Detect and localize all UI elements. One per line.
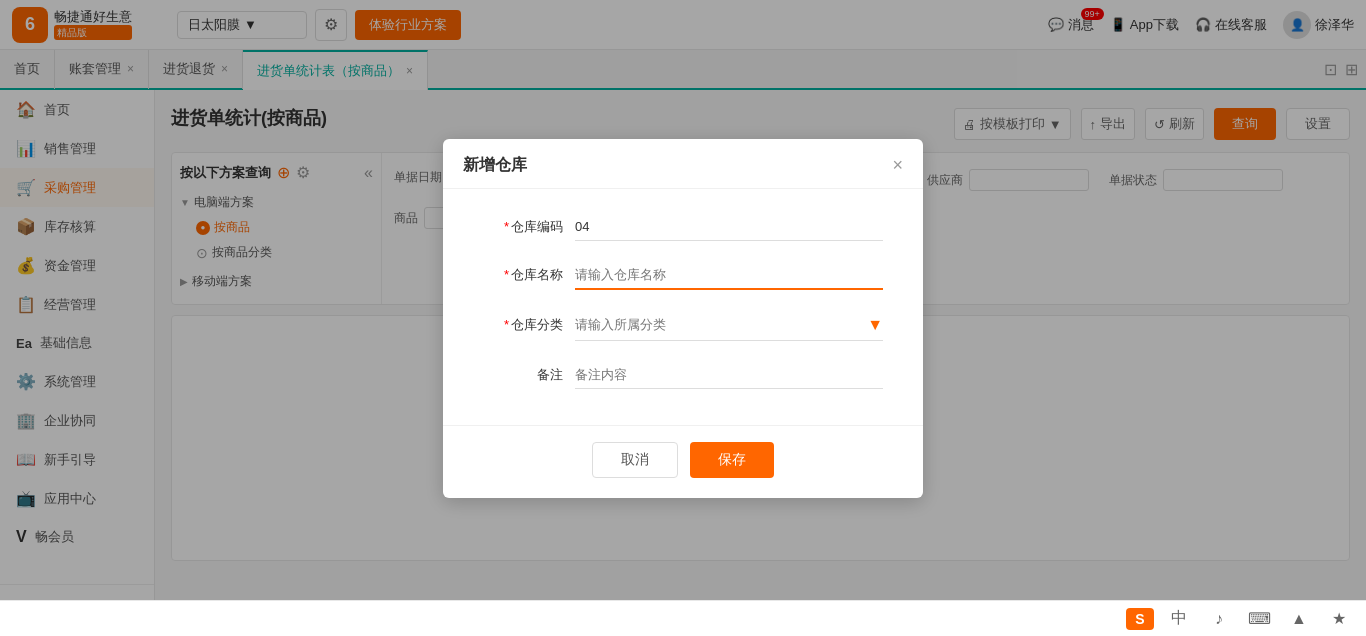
star-icon[interactable]: ★	[1324, 604, 1354, 634]
modal-body: 仓库编码 仓库名称 仓库分类 ▼ 备注	[443, 189, 923, 425]
warehouse-name-input[interactable]	[575, 261, 883, 290]
warehouse-category-select[interactable]: ▼	[575, 310, 883, 341]
note-input[interactable]	[575, 361, 883, 389]
close-icon[interactable]: ×	[892, 155, 903, 176]
chinese-input-icon[interactable]: 中	[1164, 604, 1194, 634]
warehouse-code-label: 仓库编码	[483, 218, 563, 236]
add-warehouse-modal: 新增仓库 × 仓库编码 仓库名称 仓库分类 ▼	[443, 139, 923, 498]
keyboard-icon[interactable]: ⌨	[1244, 604, 1274, 634]
warehouse-code-row: 仓库编码	[483, 213, 883, 241]
expand-icon[interactable]: ▲	[1284, 604, 1314, 634]
warehouse-name-row: 仓库名称	[483, 261, 883, 290]
warehouse-category-row: 仓库分类 ▼	[483, 310, 883, 341]
warehouse-category-input[interactable]	[575, 317, 867, 332]
audio-icon[interactable]: ♪	[1204, 604, 1234, 634]
s-logo-icon: S	[1126, 608, 1154, 630]
bottom-bar: S 中 ♪ ⌨ ▲ ★	[0, 600, 1366, 636]
warehouse-name-label: 仓库名称	[483, 266, 563, 284]
chevron-down-icon: ▼	[867, 316, 883, 334]
note-row: 备注	[483, 361, 883, 389]
modal-title: 新增仓库	[463, 155, 527, 176]
warehouse-category-label: 仓库分类	[483, 316, 563, 334]
modal-header: 新增仓库 ×	[443, 139, 923, 189]
warehouse-code-input[interactable]	[575, 213, 883, 241]
modal-overlay: 新增仓库 × 仓库编码 仓库名称 仓库分类 ▼	[0, 0, 1366, 636]
cancel-button[interactable]: 取消	[592, 442, 678, 478]
save-button[interactable]: 保存	[690, 442, 774, 478]
note-label: 备注	[483, 366, 563, 384]
modal-footer: 取消 保存	[443, 425, 923, 498]
